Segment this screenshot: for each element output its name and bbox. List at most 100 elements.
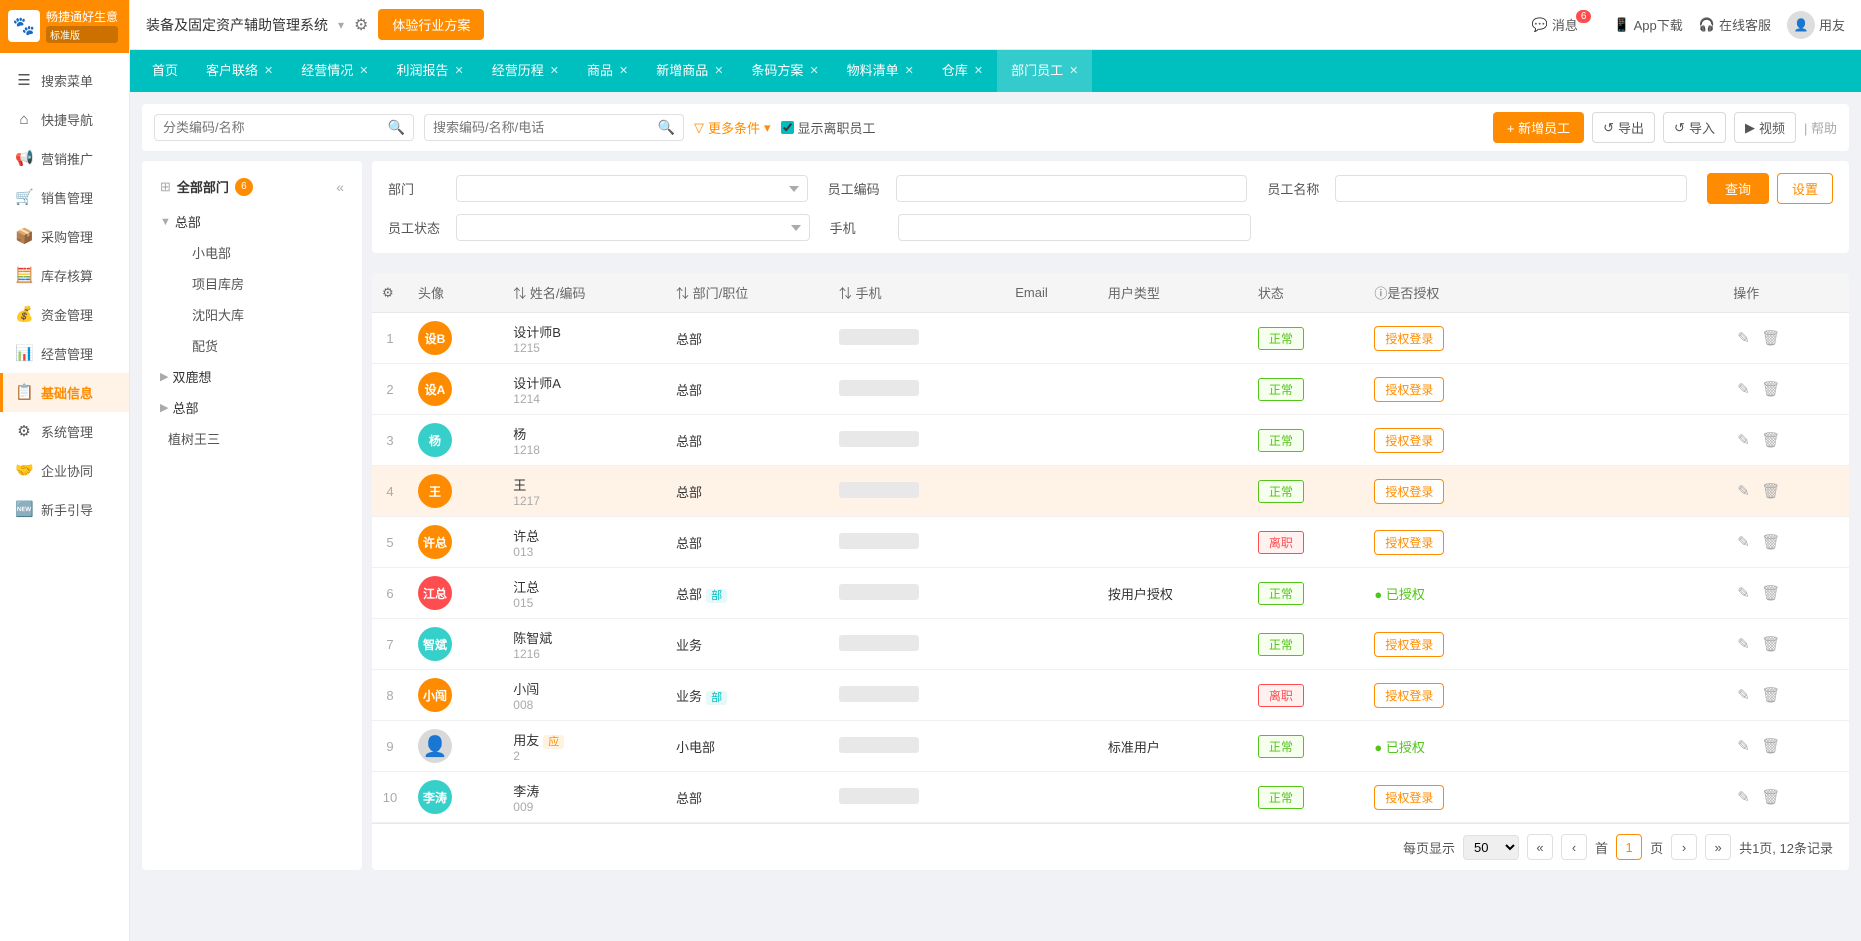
tab-close-icon[interactable]: ✕ — [1069, 50, 1078, 92]
auth-btn[interactable]: 授权登录 — [1374, 632, 1444, 657]
tree-item-zhishuwangsan[interactable]: 植树王三 — [152, 423, 352, 454]
help-btn[interactable]: | 帮助 — [1804, 118, 1837, 137]
tab-close-icon[interactable]: ✕ — [974, 50, 983, 92]
edit-btn[interactable]: ✎ — [1737, 585, 1750, 602]
category-search-input[interactable] — [163, 120, 384, 135]
tree-group-zongbu[interactable]: ▶ 总部 — [152, 392, 352, 423]
experience-btn[interactable]: 体验行业方案 — [378, 9, 484, 40]
show-resigned-label[interactable]: 显示离职员工 — [781, 118, 876, 137]
tab-close-icon[interactable]: ✕ — [809, 50, 818, 92]
phone-input[interactable] — [898, 214, 1252, 241]
main-search-input[interactable] — [433, 120, 654, 135]
auth-btn[interactable]: 授权登录 — [1374, 326, 1444, 351]
export-btn[interactable]: ↺ 导出 — [1592, 112, 1655, 143]
sidebar-item-sales[interactable]: 🛒 销售管理 — [0, 178, 129, 217]
tab-close-icon[interactable]: ✕ — [714, 50, 723, 92]
sidebar-item-system[interactable]: ⚙ 系统管理 — [0, 412, 129, 451]
all-dept-label[interactable]: 全部部门 — [177, 177, 229, 196]
delete-btn[interactable]: 🗑 — [1761, 330, 1780, 347]
sidebar-item-inventory[interactable]: 🧮 库存核算 — [0, 256, 129, 295]
tab-employees[interactable]: 部门员工 ✕ — [997, 50, 1092, 92]
delete-btn[interactable]: 🗑 — [1761, 534, 1780, 551]
edit-btn[interactable]: ✎ — [1737, 330, 1750, 347]
user-profile[interactable]: 👤 用友 — [1787, 11, 1845, 39]
tab-close-icon[interactable]: ✕ — [550, 50, 559, 92]
show-resigned-checkbox[interactable] — [781, 121, 794, 134]
delete-btn[interactable]: 🗑 — [1761, 687, 1780, 704]
tree-group-head[interactable]: ▼ 总部 — [152, 206, 352, 237]
sort-icon2[interactable]: ⇅ — [676, 286, 689, 301]
emp-code-input[interactable] — [896, 175, 1248, 202]
emp-status-select[interactable] — [456, 214, 810, 241]
tab-close-icon[interactable]: ✕ — [359, 50, 368, 92]
sidebar-item-guide[interactable]: 🆕 新手引导 — [0, 490, 129, 529]
delete-btn[interactable]: 🗑 — [1761, 789, 1780, 806]
sidebar-item-search[interactable]: ☰ 搜索菜单 — [0, 61, 129, 100]
edit-btn[interactable]: ✎ — [1737, 381, 1750, 398]
prev-page-btn[interactable]: ‹ — [1561, 834, 1587, 860]
more-filter-btn[interactable]: ▽ 更多条件 ▾ — [694, 118, 771, 137]
setting-btn[interactable]: 设置 — [1777, 173, 1833, 204]
delete-btn[interactable]: 🗑 — [1761, 636, 1780, 653]
delete-btn[interactable]: 🗑 — [1761, 483, 1780, 500]
tab-close-icon[interactable]: ✕ — [264, 50, 273, 92]
tree-group-shuangluxiang[interactable]: ▶ 双鹿想 — [152, 361, 352, 392]
main-search-wrap[interactable]: 🔍 — [424, 114, 684, 141]
sidebar-item-finance[interactable]: 💰 资金管理 — [0, 295, 129, 334]
add-employee-btn[interactable]: + 新增员工 — [1493, 112, 1584, 143]
tab-close-icon[interactable]: ✕ — [905, 50, 914, 92]
tree-item-cargo[interactable]: 配货 — [176, 330, 352, 361]
edit-btn[interactable]: ✎ — [1737, 432, 1750, 449]
tab-barcode[interactable]: 条码方案 ✕ — [737, 50, 832, 92]
main-search-icon[interactable]: 🔍 — [658, 119, 675, 136]
category-search-icon[interactable]: 🔍 — [388, 119, 405, 136]
tab-close-icon[interactable]: ✕ — [619, 50, 628, 92]
info-icon[interactable]: ⓘ — [1374, 286, 1387, 301]
video-btn[interactable]: ▶ 视频 — [1734, 112, 1796, 143]
delete-btn[interactable]: 🗑 — [1761, 738, 1780, 755]
next-page-btn[interactable]: › — [1671, 834, 1697, 860]
sidebar-item-purchase[interactable]: 📦 采购管理 — [0, 217, 129, 256]
app-download-btn[interactable]: 📱 App下载 — [1613, 15, 1682, 34]
sidebar-item-basics[interactable]: 📋 基础信息 — [0, 373, 129, 412]
auth-btn[interactable]: 授权登录 — [1374, 428, 1444, 453]
first-page-btn[interactable]: « — [1527, 834, 1553, 860]
sidebar-item-collab[interactable]: 🤝 企业协同 — [0, 451, 129, 490]
delete-btn[interactable]: 🗑 — [1761, 432, 1780, 449]
import-btn[interactable]: ↺ 导入 — [1663, 112, 1726, 143]
sort-icon3[interactable]: ⇅ — [839, 286, 852, 301]
delete-btn[interactable]: 🗑 — [1761, 381, 1780, 398]
current-page[interactable]: 1 — [1616, 834, 1642, 860]
auth-btn[interactable]: 授权登录 — [1374, 530, 1444, 555]
tab-bom[interactable]: 物料清单 ✕ — [833, 50, 928, 92]
col-settings[interactable]: ⚙ — [372, 273, 408, 313]
tab-profit[interactable]: 利润报告 ✕ — [382, 50, 477, 92]
topbar-dropdown-icon[interactable]: ▾ — [338, 18, 344, 32]
emp-name-input[interactable] — [1335, 175, 1687, 202]
tab-add-goods[interactable]: 新增商品 ✕ — [642, 50, 737, 92]
edit-btn[interactable]: ✎ — [1737, 483, 1750, 500]
category-search-wrap[interactable]: 🔍 — [154, 114, 414, 141]
edit-btn[interactable]: ✎ — [1737, 534, 1750, 551]
sidebar-item-marketing[interactable]: 📢 营销推广 — [0, 139, 129, 178]
edit-btn[interactable]: ✎ — [1737, 687, 1750, 704]
tab-warehouse[interactable]: 仓库 ✕ — [928, 50, 997, 92]
tab-history[interactable]: 经营历程 ✕ — [478, 50, 573, 92]
sidebar-item-quicknav[interactable]: ⌂ 快捷导航 — [0, 100, 129, 139]
auth-btn[interactable]: 授权登录 — [1374, 377, 1444, 402]
auth-btn[interactable]: 授权登录 — [1374, 683, 1444, 708]
delete-btn[interactable]: 🗑 — [1761, 585, 1780, 602]
service-btn[interactable]: 🎧 在线客服 — [1699, 15, 1771, 34]
message-btn[interactable]: 💬 消息 6 — [1532, 15, 1598, 34]
tree-item-xiaodian[interactable]: 小电部 — [176, 237, 352, 268]
tree-item-project[interactable]: 项目库房 — [176, 268, 352, 299]
auth-btn[interactable]: 授权登录 — [1374, 785, 1444, 810]
edit-btn[interactable]: ✎ — [1737, 789, 1750, 806]
tree-item-shenyang[interactable]: 沈阳大库 — [176, 299, 352, 330]
query-btn[interactable]: 查询 — [1707, 173, 1769, 204]
tab-close-icon[interactable]: ✕ — [455, 50, 464, 92]
tab-home[interactable]: 首页 — [138, 50, 192, 92]
tree-collapse-btn[interactable]: « — [336, 179, 344, 195]
last-page-btn[interactable]: » — [1705, 834, 1731, 860]
edit-btn[interactable]: ✎ — [1737, 636, 1750, 653]
